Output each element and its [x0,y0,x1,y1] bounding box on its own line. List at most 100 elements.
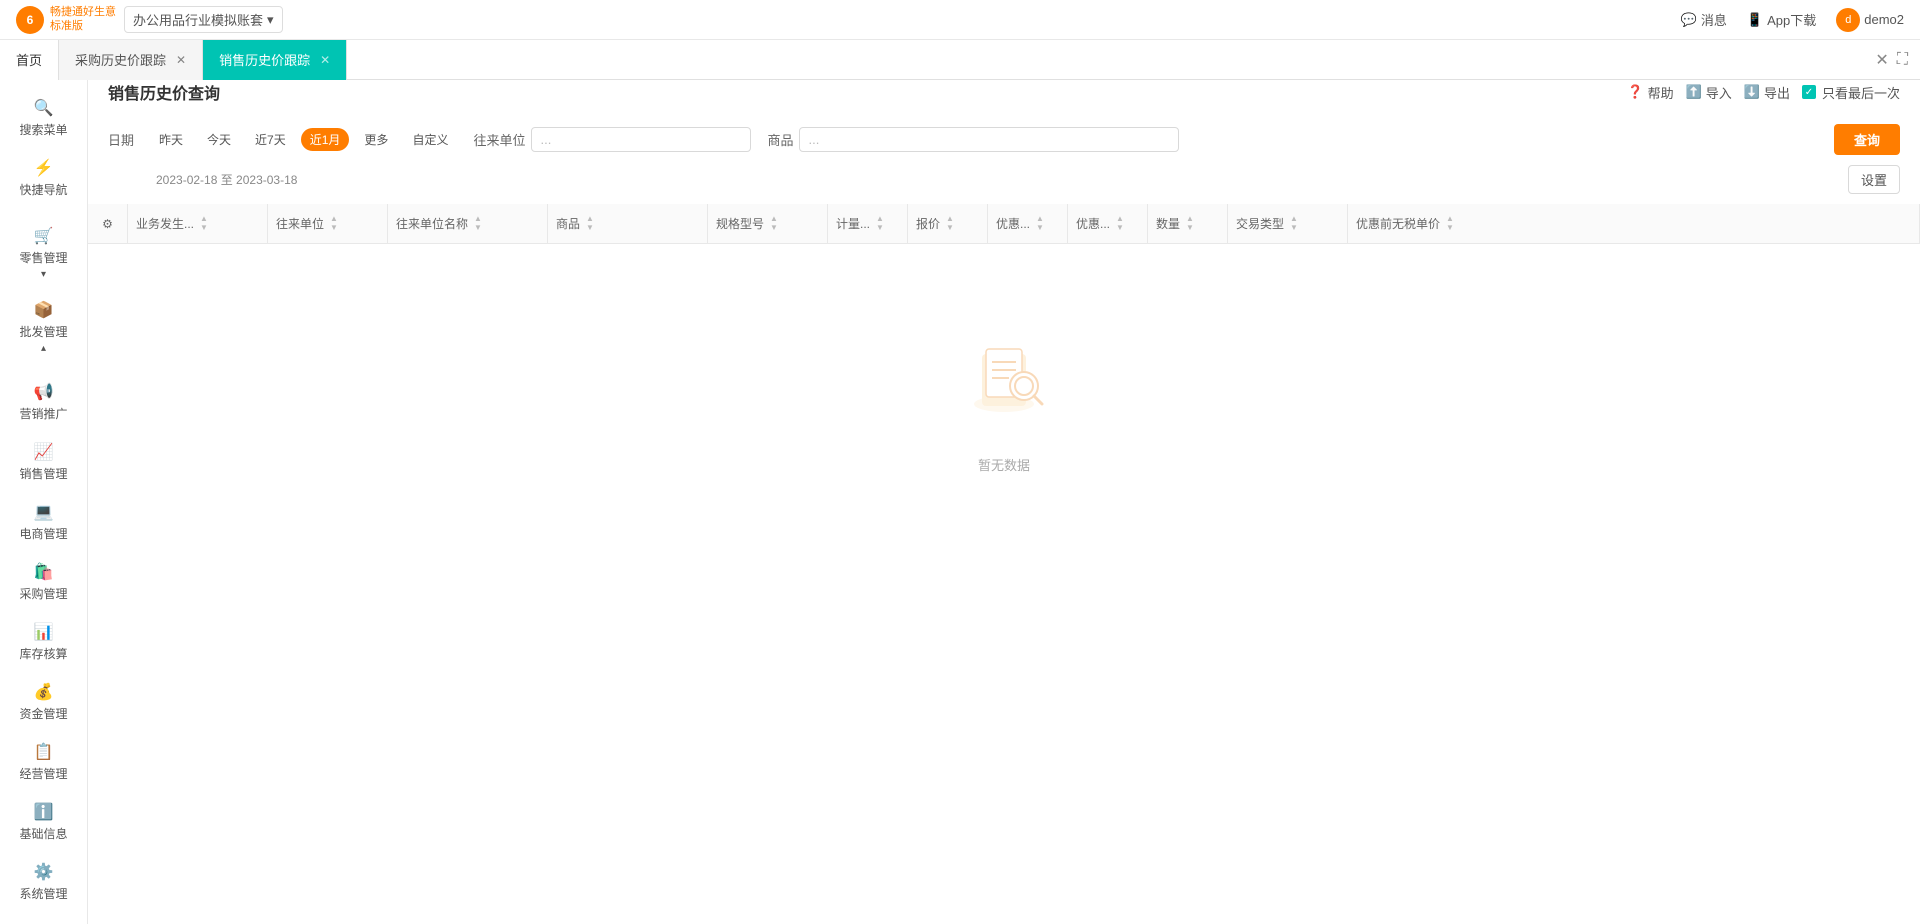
date-btn-today[interactable]: 今天 [198,128,240,151]
sidebar-item-sales[interactable]: 📈 销售管理 [0,432,87,492]
th-notax-price[interactable]: 优惠前无税单价 ▲ ▼ [1348,204,1920,243]
date-btn-1month[interactable]: 近1月 [301,128,350,151]
sidebar-item-system[interactable]: ⚙️ 系统管理 [0,852,87,912]
tab-purchase-close-icon[interactable]: ✕ [176,53,186,67]
sort-icon: ▲ ▼ [1290,215,1298,232]
query-button[interactable]: 查询 [1834,124,1900,155]
empty-state: 暂无数据 [88,244,1920,554]
info-icon: ℹ️ [34,802,54,822]
sidebar-item-quick-nav[interactable]: ⚡ 快捷导航 [0,148,87,208]
date-btn-7days[interactable]: 近7天 [246,128,295,151]
th-disc2[interactable]: 优惠... ▲ ▼ [1068,204,1148,243]
tab-purchase-history[interactable]: 采购历史价跟踪 ✕ [59,40,203,80]
retail-icon: 🛒 [34,226,54,246]
product-label: 商品 [767,130,793,149]
action-buttons: 查询 [1834,124,1900,155]
unit-input-dots: ... [540,132,551,147]
expand-icon[interactable]: ⛶ [1897,51,1908,69]
tab-sales-history[interactable]: 销售历史价跟踪 ✕ [203,40,347,80]
page-title-row: 销售历史价查询 ❓ 帮助 ⬆️ 导入 ⬇️ 导出 ✓ [108,80,1900,104]
table-container: ⚙ 业务发生... ▲ ▼ 往来单位 ▲ ▼ 往 [88,204,1920,924]
message-icon: 💬 [1681,12,1697,28]
date-btn-yesterday[interactable]: 昨天 [150,128,192,151]
finance-icon: 💰 [34,682,54,702]
th-qty[interactable]: 数量 ▲ ▼ [1148,204,1228,243]
date-btn-more[interactable]: 更多 [355,128,397,151]
sort-icon: ▲ ▼ [586,215,594,232]
product-filter-field: 商品 ... [767,127,1179,152]
sort-icon: ▲ ▼ [1446,215,1454,232]
settings-button[interactable]: 设置 [1848,165,1900,194]
avatar: d [1836,8,1860,32]
filter-row-1: 日期 昨天 今天 近7天 近1月 更多 自定义 往来单位 ... 商品 [108,114,1900,165]
product-input[interactable]: ... [799,127,1179,152]
message-btn[interactable]: 💬 消息 [1681,10,1727,29]
lightning-icon: ⚡ [34,158,54,178]
empty-image [954,324,1054,443]
sidebar: 🔍 搜索菜单 ⚡ 快捷导航 🛒 零售管理 ▾ 📦 批发管理 ▴ 📢 营销推广 📈… [0,80,88,924]
wholesale-icon: 📦 [34,300,54,320]
sidebar-item-ecommerce[interactable]: 💻 电商管理 [0,492,87,552]
unit-input[interactable]: ... [531,127,751,152]
export-icon: ⬇️ [1744,84,1760,100]
topbar-left: 6 畅捷通好生意 标准版 办公用品行业模拟账套 ▾ [16,6,283,34]
export-btn[interactable]: ⬇️ 导出 [1744,83,1790,102]
sidebar-item-inventory[interactable]: 📊 库存核算 [0,612,87,672]
sidebar-item-retail[interactable]: 🛒 零售管理 ▾ [0,216,87,290]
company-selector[interactable]: 办公用品行业模拟账套 ▾ [124,6,283,33]
system-icon: ⚙️ [34,862,54,882]
th-disc1[interactable]: 优惠... ▲ ▼ [988,204,1068,243]
th-product[interactable]: 商品 ▲ ▼ [548,204,708,243]
close-all-icon[interactable]: ✕ [1875,50,1888,70]
content-area: 销售历史价查询 ❓ 帮助 ⬆️ 导入 ⬇️ 导出 ✓ [88,80,1920,924]
th-trade-type[interactable]: 交易类型 ▲ ▼ [1228,204,1348,243]
sidebar-item-basic-info[interactable]: ℹ️ 基础信息 [0,792,87,852]
th-biz-date[interactable]: 业务发生... ▲ ▼ [128,204,268,243]
checkbox-icon: ✓ [1802,85,1816,99]
sort-icon: ▲ ▼ [876,215,884,232]
purchase-icon: 🛍️ [34,562,54,582]
sort-icon: ▲ ▼ [946,215,954,232]
no-data-illustration [954,324,1054,424]
page-actions: ❓ 帮助 ⬆️ 导入 ⬇️ 导出 ✓ 只看最后一次 [1627,83,1900,102]
chevron-up-icon: ▴ [41,343,46,354]
sort-icon: ▲ ▼ [474,215,482,232]
settings-gear-icon: ⚙ [102,217,113,231]
only-last-checkbox[interactable]: ✓ 只看最后一次 [1802,83,1900,102]
logo-area: 6 畅捷通好生意 标准版 [16,6,116,34]
th-unit-name[interactable]: 往来单位名称 ▲ ▼ [388,204,548,243]
sidebar-item-operation[interactable]: 📋 经营管理 [0,732,87,792]
logo-text: 畅捷通好生意 标准版 [50,6,116,32]
inventory-icon: 📊 [34,622,54,642]
th-spec[interactable]: 规格型号 ▲ ▼ [708,204,828,243]
sidebar-item-purchase[interactable]: 🛍️ 采购管理 [0,552,87,612]
sidebar-item-enterprise[interactable]: 🤝 企业协同 [0,912,87,924]
th-measure[interactable]: 计量... ▲ ▼ [828,204,908,243]
app-download-btn[interactable]: 📱 App下载 [1747,10,1816,29]
filter-section: 销售历史价查询 ❓ 帮助 ⬆️ 导入 ⬇️ 导出 ✓ [88,80,1920,204]
th-unit-id[interactable]: 往来单位 ▲ ▼ [268,204,388,243]
help-icon: ❓ [1627,84,1643,100]
operation-icon: 📋 [34,742,54,762]
sidebar-item-marketing[interactable]: 📢 营销推广 [0,372,87,432]
th-settings[interactable]: ⚙ [88,204,128,243]
tab-sales-close-icon[interactable]: ✕ [320,53,330,67]
th-quote[interactable]: 报价 ▲ ▼ [908,204,988,243]
chevron-down-icon: ▾ [41,269,46,280]
sidebar-item-finance[interactable]: 💰 资金管理 [0,672,87,732]
topbar-right: 💬 消息 📱 App下载 d demo2 [1681,8,1904,32]
tabbar: 首页 采购历史价跟踪 ✕ 销售历史价跟踪 ✕ ✕ ⛶ [0,40,1920,80]
logo-icon: 6 [16,6,44,34]
user-menu-btn[interactable]: d demo2 [1836,8,1904,32]
import-btn[interactable]: ⬆️ 导入 [1686,83,1732,102]
main-layout: 🔍 搜索菜单 ⚡ 快捷导航 🛒 零售管理 ▾ 📦 批发管理 ▴ 📢 营销推广 📈… [0,80,1920,924]
sidebar-item-wholesale[interactable]: 📦 批发管理 ▴ [0,290,87,364]
sort-icon: ▲ ▼ [1116,215,1124,232]
empty-text: 暂无数据 [978,455,1030,474]
date-btn-custom[interactable]: 自定义 [403,128,457,151]
sidebar-item-search[interactable]: 🔍 搜索菜单 [0,88,87,148]
tab-home[interactable]: 首页 [0,40,59,80]
date-buttons: 昨天 今天 近7天 近1月 更多 自定义 [150,128,457,151]
help-btn[interactable]: ❓ 帮助 [1627,83,1673,102]
sales-icon: 📈 [34,442,54,462]
